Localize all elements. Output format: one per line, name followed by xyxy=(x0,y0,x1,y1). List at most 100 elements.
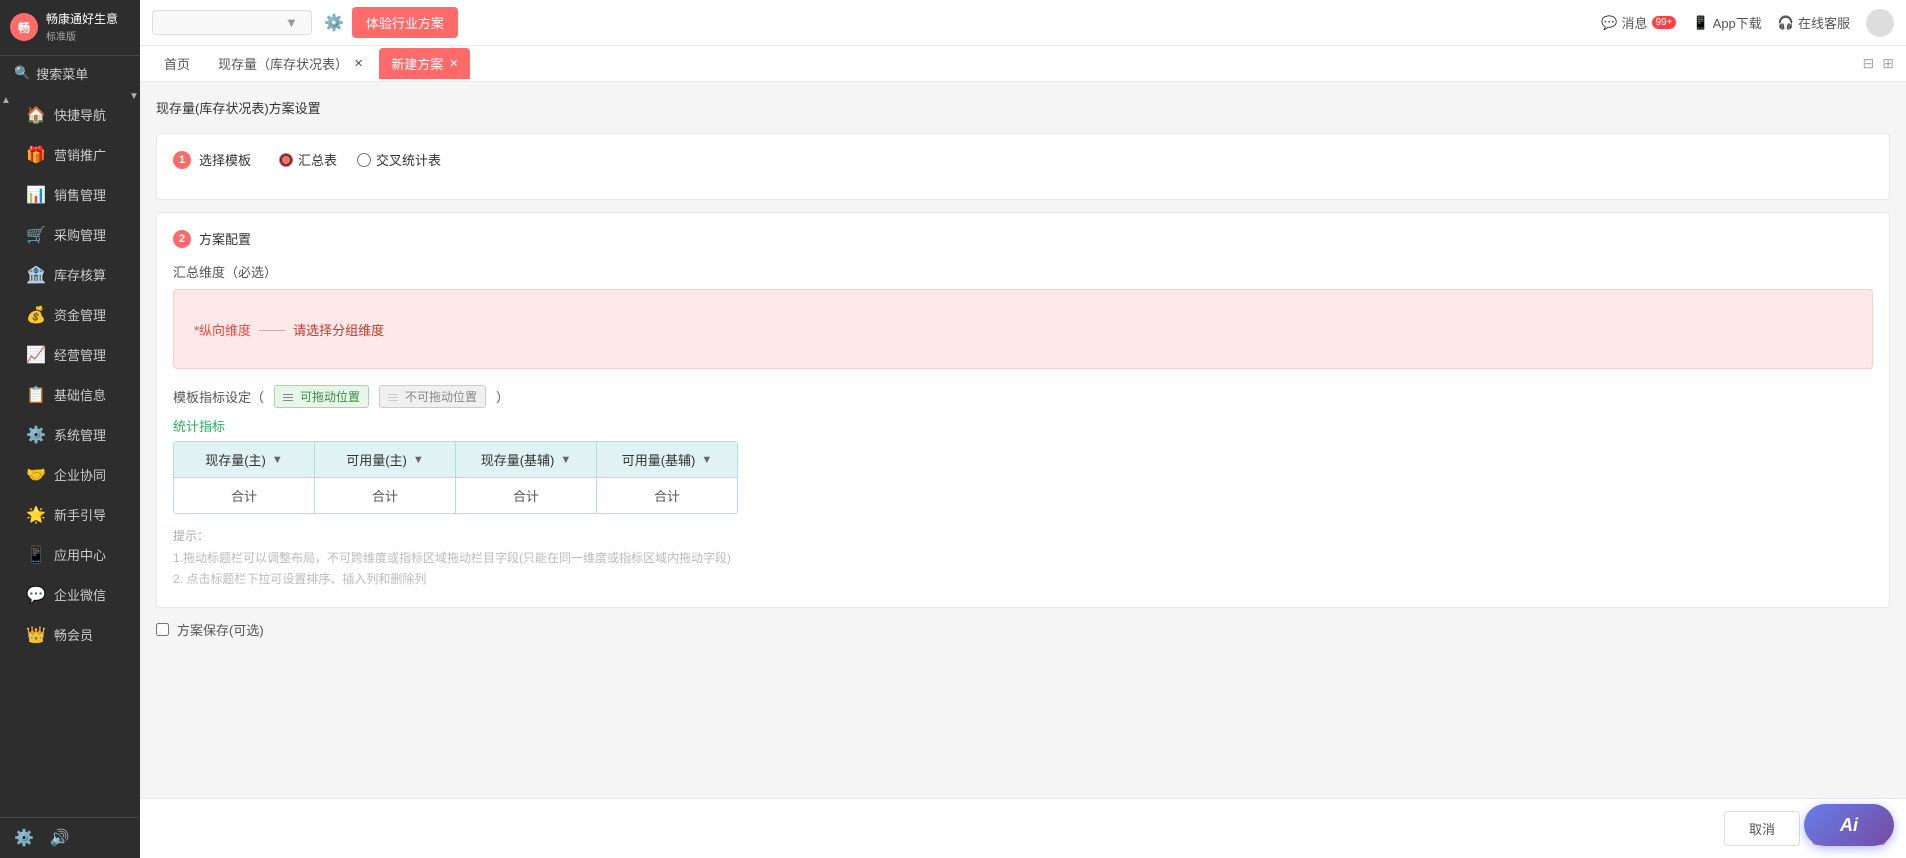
stat-col-3-header[interactable]: 现存量(基辅) ▼ xyxy=(456,442,596,478)
stat-col-4-header[interactable]: 可用量(基辅) ▼ xyxy=(597,442,737,478)
dimension-box[interactable]: *纵向维度 —— 请选择分组维度 xyxy=(173,289,1873,369)
topbar-search-chevron[interactable]: ▼ xyxy=(285,15,298,30)
radio-summary-label: 汇总表 xyxy=(298,150,337,169)
no-drag-label: 不可拖动位置 xyxy=(405,388,477,405)
sidebar-item-quick-nav[interactable]: 🏠 快捷导航 xyxy=(12,95,128,135)
settings-icon[interactable]: ⚙️ xyxy=(14,828,34,848)
radio-summary-input[interactable] xyxy=(279,153,293,167)
stat-col-2-header[interactable]: 可用量(主) ▼ xyxy=(315,442,455,478)
sidebar-item-label: 基础信息 xyxy=(54,385,106,404)
sidebar-item-marketing[interactable]: 🎁 营销推广 xyxy=(12,135,128,175)
drag-chip: 可拖动位置 xyxy=(274,385,369,408)
sidebar-item-sales[interactable]: 📊 销售管理 xyxy=(12,175,128,215)
step2-title: 方案配置 xyxy=(199,229,251,248)
sidebar-item-inventory[interactable]: 🏦 库存核算 xyxy=(12,255,128,295)
home-icon: 🏠 xyxy=(26,105,46,125)
stat-col-1-header[interactable]: 现存量(主) ▼ xyxy=(174,442,314,478)
stat-col-4-chevron[interactable]: ▼ xyxy=(701,454,712,466)
step1-badge: 1 xyxy=(173,151,191,169)
sidebar-item-label: 新手引导 xyxy=(54,505,106,524)
sidebar-item-enterprise[interactable]: 🤝 企业协同 xyxy=(12,455,128,495)
stat-col-2-chevron[interactable]: ▼ xyxy=(413,454,424,466)
stat-col-2: 可用量(主) ▼ 合计 xyxy=(315,442,456,513)
sidebar-item-label: 快捷导航 xyxy=(54,105,106,124)
drag-icon xyxy=(283,393,293,401)
page-content: 现存量(库存状况表)方案设置 1 选择模板 汇总表 交叉统计表 xyxy=(140,82,1906,798)
footer-bar: 取消 查询 xyxy=(140,798,1906,858)
sidebar-item-label: 企业协同 xyxy=(54,465,106,484)
stat-col-1-chevron[interactable]: ▼ xyxy=(272,454,283,466)
stat-col-1-body: 合计 xyxy=(174,478,314,513)
sidebar-item-wechat[interactable]: 💬 企业微信 xyxy=(12,575,128,615)
topbar-gear-icon[interactable]: ⚙️ xyxy=(324,13,344,33)
sidebar-item-label: 经营管理 xyxy=(54,345,106,364)
tab-home[interactable]: 首页 xyxy=(152,48,202,79)
topbar-app-download[interactable]: 📱 App下载 xyxy=(1692,13,1761,32)
radio-cross-input[interactable] xyxy=(357,153,371,167)
tab-new-plan[interactable]: 新建方案 ✕ xyxy=(379,48,470,79)
tips-line1: 1.拖动标题栏可以调整布局，不可跨维度或指标区域拖动栏目字段(只能在同一维度或指… xyxy=(173,551,731,565)
sidebar-search[interactable]: 🔍 搜索菜单 xyxy=(0,56,140,91)
stat-col-3-body: 合计 xyxy=(456,478,596,513)
trial-btn[interactable]: 体验行业方案 xyxy=(352,7,458,38)
dimension-dash: —— xyxy=(259,322,285,337)
sidebar-item-purchase[interactable]: 🛒 采购管理 xyxy=(12,215,128,255)
app-edition: 标准版 xyxy=(46,28,118,43)
radio-cross[interactable]: 交叉统计表 xyxy=(357,150,441,169)
app-name-block: 畅康通好生意 标准版 xyxy=(46,12,118,43)
sidebar-item-label: 应用中心 xyxy=(54,545,106,564)
sidebar-scroll-down[interactable]: ▼ xyxy=(129,91,139,102)
ai-bubble[interactable]: Ai xyxy=(1804,804,1894,846)
indicator-settings-suffix: ） xyxy=(496,387,509,406)
topbar-user[interactable] xyxy=(1866,9,1894,37)
tabs-bar: 首页 现存量（库存状况表） ✕ 新建方案 ✕ ⊟ ⊞ xyxy=(140,46,1906,82)
tab-inventory-status[interactable]: 现存量（库存状况表） ✕ xyxy=(206,48,375,79)
cancel-button[interactable]: 取消 xyxy=(1724,811,1800,846)
search-icon: 🔍 xyxy=(14,65,30,81)
drag-label: 可拖动位置 xyxy=(300,388,360,405)
stat-col-4-title: 可用量(基辅) xyxy=(622,450,696,469)
sidebar-item-app-center[interactable]: 📱 应用中心 xyxy=(12,535,128,575)
volume-icon[interactable]: 🔊 xyxy=(50,828,70,848)
tips-title: 提示： xyxy=(173,529,209,543)
sidebar-scroll-up[interactable]: ▲ xyxy=(1,95,11,106)
stat-table: 现存量(主) ▼ 合计 可用量(主) ▼ 合计 xyxy=(173,441,738,514)
topbar-search-box[interactable]: ▼ xyxy=(152,10,312,35)
topbar-right: 💬 消息 99+ 📱 App下载 🎧 在线客服 xyxy=(1601,9,1894,37)
message-badge: 99+ xyxy=(1652,16,1677,29)
tab-expand-icon[interactable]: ⊞ xyxy=(1882,55,1894,72)
tips-section: 提示： 1.拖动标题栏可以调整布局，不可跨维度或指标区域拖动栏目字段(只能在同一… xyxy=(173,526,1873,591)
tab-minimize-icon[interactable]: ⊟ xyxy=(1863,55,1875,72)
step2-card: 2 方案配置 汇总维度（必选） *纵向维度 —— 请选择分组维度 模板指标设定（ xyxy=(156,212,1890,608)
topbar: ▼ ⚙️ 体验行业方案 💬 消息 99+ 📱 App下载 🎧 在线客服 xyxy=(140,0,1906,46)
stat-col-4-body: 合计 xyxy=(597,478,737,513)
tab-inventory-label: 现存量（库存状况表） xyxy=(218,54,348,73)
dimension-placeholder-text: 请选择分组维度 xyxy=(293,320,384,339)
stat-col-3-chevron[interactable]: ▼ xyxy=(560,454,571,466)
template-radio-group: 汇总表 交叉统计表 xyxy=(279,150,441,169)
tab-new-plan-close[interactable]: ✕ xyxy=(449,57,458,70)
topbar-message[interactable]: 💬 消息 99+ xyxy=(1601,13,1676,32)
sidebar-item-operations[interactable]: 📈 经营管理 xyxy=(12,335,128,375)
wechat-icon: 💬 xyxy=(26,585,46,605)
topbar-service[interactable]: 🎧 在线客服 xyxy=(1778,13,1850,32)
radio-summary[interactable]: 汇总表 xyxy=(279,150,337,169)
stat-col-1-title: 现存量(主) xyxy=(205,450,266,469)
sidebar-item-member[interactable]: 👑 畅会员 xyxy=(12,615,128,655)
sidebar-item-system[interactable]: ⚙️ 系统管理 xyxy=(12,415,128,455)
sidebar-item-finance[interactable]: 💰 资金管理 xyxy=(12,295,128,335)
sidebar-item-new-guide[interactable]: 🌟 新手引导 xyxy=(12,495,128,535)
stat-col-2-title: 可用量(主) xyxy=(346,450,407,469)
sidebar-item-label: 采购管理 xyxy=(54,225,106,244)
sidebar-item-basic-info[interactable]: 📋 基础信息 xyxy=(12,375,128,415)
tab-inventory-close[interactable]: ✕ xyxy=(354,57,363,70)
stat-col-2-body: 合计 xyxy=(315,478,455,513)
sidebar: 畅 畅康通好生意 标准版 🔍 搜索菜单 ▲ 🏠 快捷导航 🎁 营销推广 📊 销售… xyxy=(0,0,140,858)
ai-label: Ai xyxy=(1840,815,1858,836)
handshake-icon: 🤝 xyxy=(26,465,46,485)
tab-new-plan-label: 新建方案 xyxy=(391,54,443,73)
topbar-search-input[interactable] xyxy=(161,16,281,30)
step2-header: 2 方案配置 xyxy=(173,229,1873,248)
save-plan-checkbox[interactable] xyxy=(156,623,169,636)
star-icon: 🌟 xyxy=(26,505,46,525)
